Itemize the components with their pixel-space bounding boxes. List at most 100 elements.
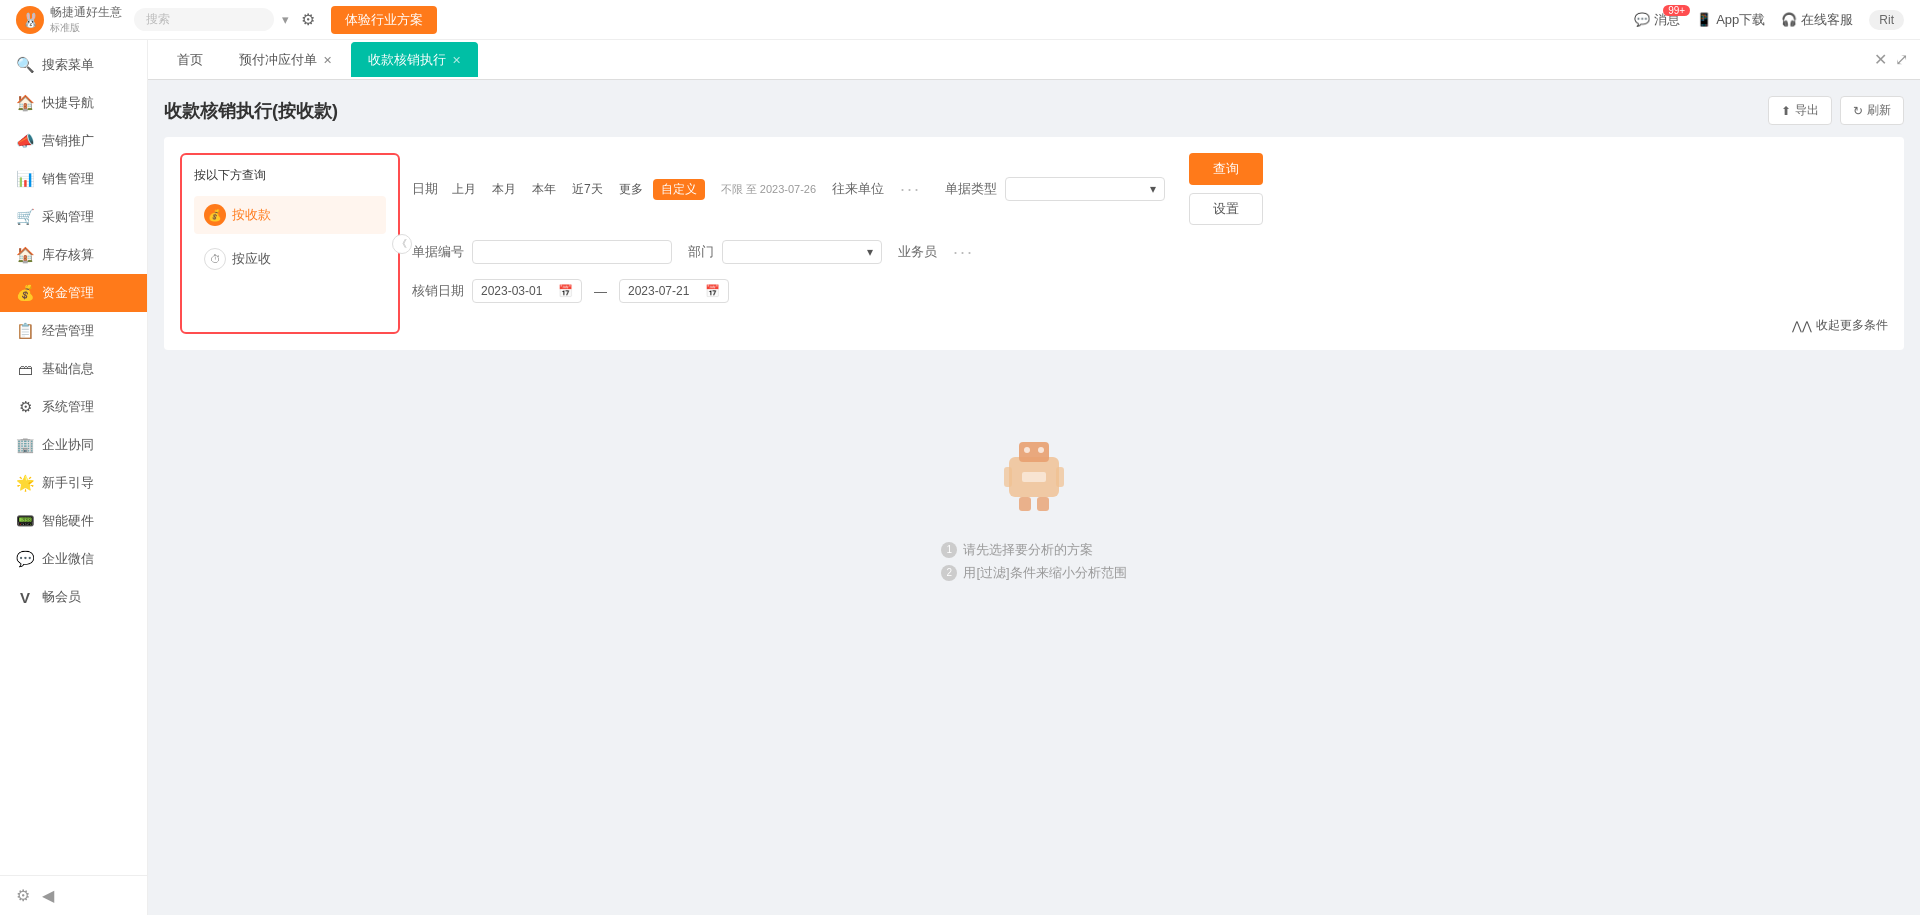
dept-select[interactable]: ▾: [722, 240, 882, 264]
collapse-more-label: 收起更多条件: [1816, 317, 1888, 334]
sidebar-item-operations[interactable]: 📋 经营管理: [0, 312, 147, 350]
message-button[interactable]: 💬 消息 99+: [1634, 11, 1680, 29]
svg-rect-6: [1019, 497, 1031, 511]
page-title: 收款核销执行(按收款): [164, 99, 338, 123]
topbar-search-box: 搜索: [134, 8, 274, 31]
tab-close-all-button[interactable]: ✕: [1874, 50, 1887, 69]
sidebar-item-purchase[interactable]: 🛒 采购管理: [0, 198, 147, 236]
sidebar-label-quick-nav: 快捷导航: [42, 94, 94, 112]
filter-row-3: 核销日期 2023-03-01 📅 — 2023-07-21 📅: [412, 279, 1888, 303]
sales-icon: 📊: [16, 170, 34, 188]
sidebar-bottom: ⚙ ◀: [0, 875, 147, 915]
sidebar-label-base-info: 基础信息: [42, 360, 94, 378]
collapse-more-button[interactable]: ⋀⋀ 收起更多条件: [1792, 317, 1888, 334]
page-content: 收款核销执行(按收款) ⬆ 导出 ↻ 刷新 按以下方查询: [148, 80, 1920, 915]
date-btn-custom[interactable]: 自定义: [653, 179, 705, 200]
guide-icon: 🌟: [16, 474, 34, 492]
by-receivable-label: 按应收: [232, 250, 271, 268]
logo-icon: 🐰: [16, 6, 44, 34]
collapse-sidebar-icon[interactable]: ◀: [42, 886, 54, 905]
date-btn-last-month[interactable]: 上月: [446, 179, 482, 200]
sidebar-item-hardware[interactable]: 📟 智能硬件: [0, 502, 147, 540]
query-buttons: 查询 设置: [1189, 153, 1263, 225]
tab-prepay-label: 预付冲应付单: [239, 51, 317, 69]
doc-type-select[interactable]: ▾: [1005, 177, 1165, 201]
date-btn-7days[interactable]: 近7天: [566, 179, 609, 200]
date-btn-more[interactable]: 更多: [613, 179, 649, 200]
export-button[interactable]: ⬆ 导出: [1768, 96, 1832, 125]
sidebar-item-system[interactable]: ⚙ 系统管理: [0, 388, 147, 426]
partner-input-dots[interactable]: ···: [892, 176, 929, 202]
collapse-left-icon: 《: [397, 237, 407, 251]
message-badge: 99+: [1663, 5, 1690, 16]
brand-name: 畅捷通好生意: [50, 4, 122, 21]
tab-prepay[interactable]: 预付冲应付单 ✕: [222, 42, 349, 77]
user-profile[interactable]: Rit: [1869, 10, 1904, 30]
sidebar-label-inventory: 库存核算: [42, 246, 94, 264]
tab-receipt-writeoff[interactable]: 收款核销执行 ✕: [351, 42, 478, 77]
service-button[interactable]: 🎧 在线客服: [1781, 11, 1853, 29]
staff-input-dots[interactable]: ···: [945, 239, 982, 265]
writeoff-date-label: 核销日期: [412, 282, 464, 300]
topbar-chevron-icon[interactable]: ▾: [282, 12, 289, 27]
inventory-icon: 🏠: [16, 246, 34, 264]
topbar-gear-icon[interactable]: ⚙: [301, 10, 315, 29]
dept-label: 部门: [688, 243, 714, 261]
refresh-label: 刷新: [1867, 102, 1891, 119]
svg-rect-5: [1056, 467, 1064, 487]
sidebar-item-guide[interactable]: 🌟 新手引导: [0, 464, 147, 502]
search-icon: 🔍: [16, 56, 34, 74]
base-info-icon: 🗃: [16, 361, 34, 378]
tab-receipt-writeoff-close-icon[interactable]: ✕: [452, 54, 461, 67]
message-icon: 💬: [1634, 12, 1650, 27]
svg-point-3: [1038, 447, 1044, 453]
tip-1-text: 请先选择要分析的方案: [963, 538, 1093, 561]
sidebar-item-sales[interactable]: 📊 销售管理: [0, 160, 147, 198]
page-header: 收款核销执行(按收款) ⬆ 导出 ↻ 刷新: [164, 96, 1904, 125]
sidebar-item-search-menu[interactable]: 🔍 搜索菜单: [0, 46, 147, 84]
sidebar-item-enterprise[interactable]: 🏢 企业协同: [0, 426, 147, 464]
date-btn-this-year[interactable]: 本年: [526, 179, 562, 200]
setting-button[interactable]: 设置: [1189, 193, 1263, 225]
refresh-icon: ↻: [1853, 104, 1863, 118]
tab-prepay-close-icon[interactable]: ✕: [323, 54, 332, 67]
sidebar-item-marketing[interactable]: 📣 营销推广: [0, 122, 147, 160]
staff-field: 业务员 ···: [898, 239, 982, 265]
svg-rect-1: [1019, 442, 1049, 462]
doc-no-input[interactable]: [472, 240, 672, 264]
doc-type-label: 单据类型: [945, 180, 997, 198]
filter-option-by-receivable[interactable]: ⏱ 按应收: [194, 240, 386, 278]
sidebar-label-purchase: 采购管理: [42, 208, 94, 226]
partner-field: 往来单位 ···: [832, 176, 929, 202]
topbar: 🐰 畅捷通好生意 标准版 搜索 ▾ ⚙ 体验行业方案 💬 消息 99+ 📱 Ap…: [0, 0, 1920, 40]
service-label: 在线客服: [1801, 11, 1853, 29]
collapse-filter-left-button[interactable]: 《: [392, 234, 412, 254]
tab-home[interactable]: 首页: [160, 42, 220, 77]
query-button[interactable]: 查询: [1189, 153, 1263, 185]
sidebar-item-inventory[interactable]: 🏠 库存核算: [0, 236, 147, 274]
filter-option-by-receipt[interactable]: 💰 按收款: [194, 196, 386, 234]
tab-bar: 首页 预付冲应付单 ✕ 收款核销执行 ✕ ✕ ⤢: [148, 40, 1920, 80]
date-btn-this-month[interactable]: 本月: [486, 179, 522, 200]
solution-button[interactable]: 体验行业方案: [331, 6, 437, 34]
purchase-icon: 🛒: [16, 208, 34, 226]
refresh-button[interactable]: ↻ 刷新: [1840, 96, 1904, 125]
writeoff-start-date-input[interactable]: 2023-03-01 📅: [472, 279, 582, 303]
sidebar-item-base-info[interactable]: 🗃 基础信息: [0, 350, 147, 388]
writeoff-date-field: 核销日期 2023-03-01 📅 — 2023-07-21 📅: [412, 279, 729, 303]
by-receipt-label: 按收款: [232, 206, 271, 224]
tab-expand-button[interactable]: ⤢: [1895, 50, 1908, 69]
sidebar-item-finance[interactable]: 💰 资金管理: [0, 274, 147, 312]
sidebar-item-member[interactable]: V 畅会员: [0, 578, 147, 616]
staff-label: 业务员: [898, 243, 937, 261]
doc-type-chevron-icon: ▾: [1150, 182, 1156, 196]
app-download-button[interactable]: 📱 App下载: [1696, 11, 1765, 29]
sidebar-label-finance: 资金管理: [42, 284, 94, 302]
sidebar-label-wechat: 企业微信: [42, 550, 94, 568]
doc-type-field: 单据类型 ▾: [945, 177, 1165, 201]
member-icon: V: [16, 589, 34, 606]
sidebar-item-wechat[interactable]: 💬 企业微信: [0, 540, 147, 578]
settings-icon[interactable]: ⚙: [16, 886, 30, 905]
writeoff-end-date-input[interactable]: 2023-07-21 📅: [619, 279, 729, 303]
sidebar-item-quick-nav[interactable]: 🏠 快捷导航: [0, 84, 147, 122]
